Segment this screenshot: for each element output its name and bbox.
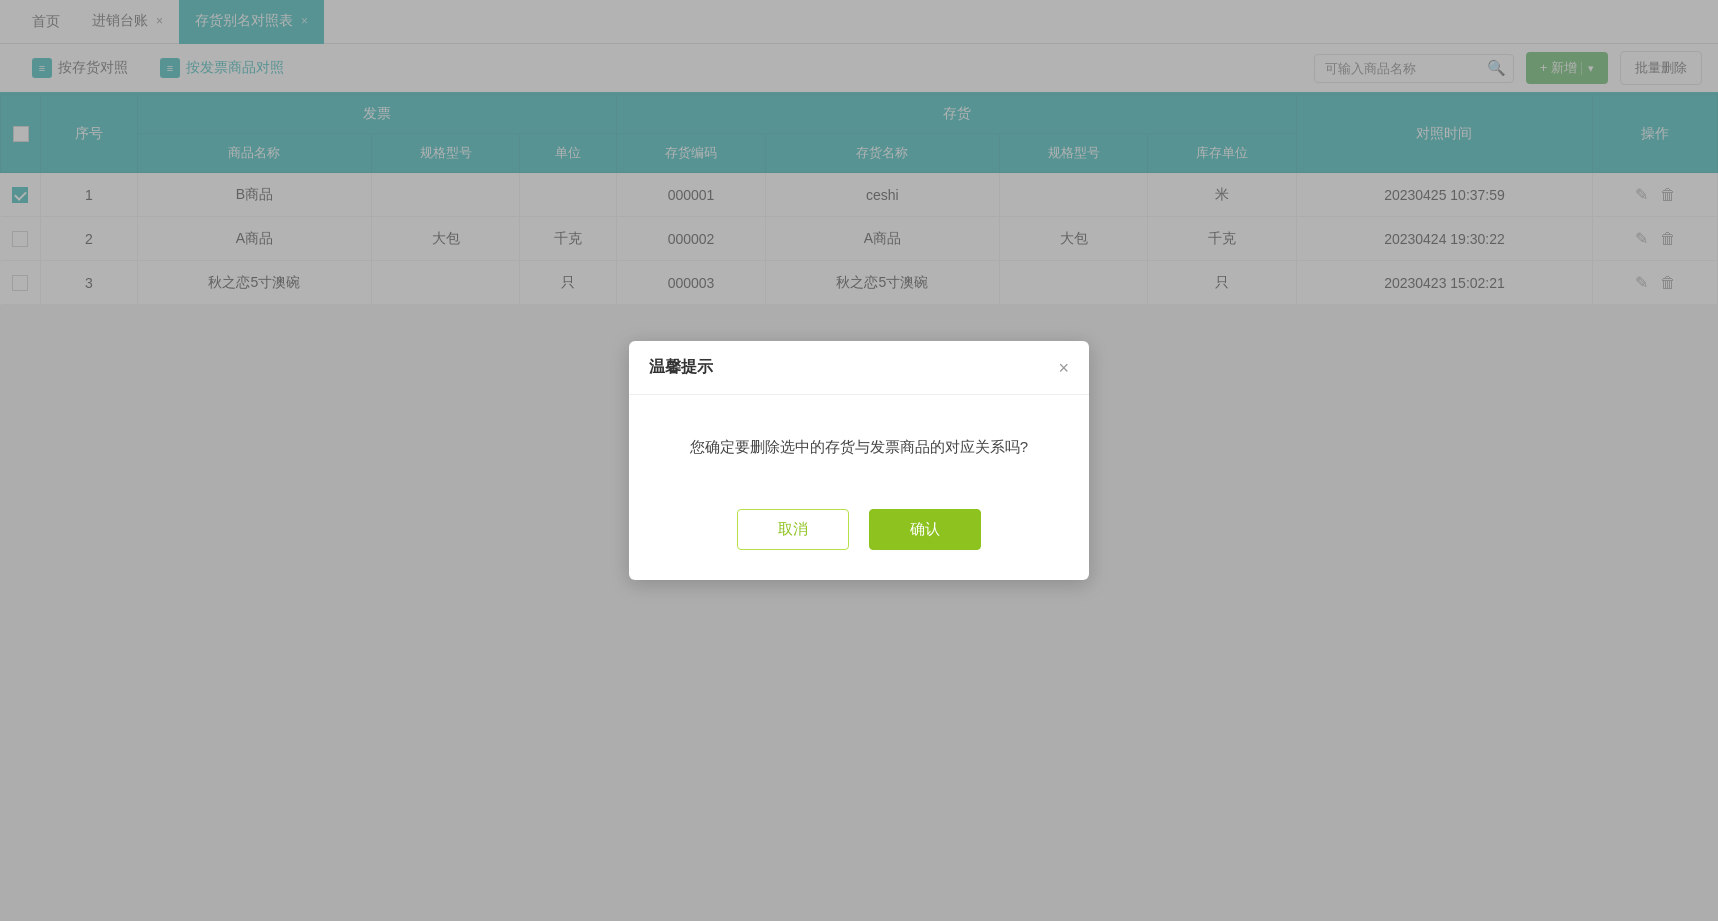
modal-overlay: 温馨提示 × 您确定要删除选中的存货与发票商品的对应关系吗? 取消 确认 [0,0,1718,305]
